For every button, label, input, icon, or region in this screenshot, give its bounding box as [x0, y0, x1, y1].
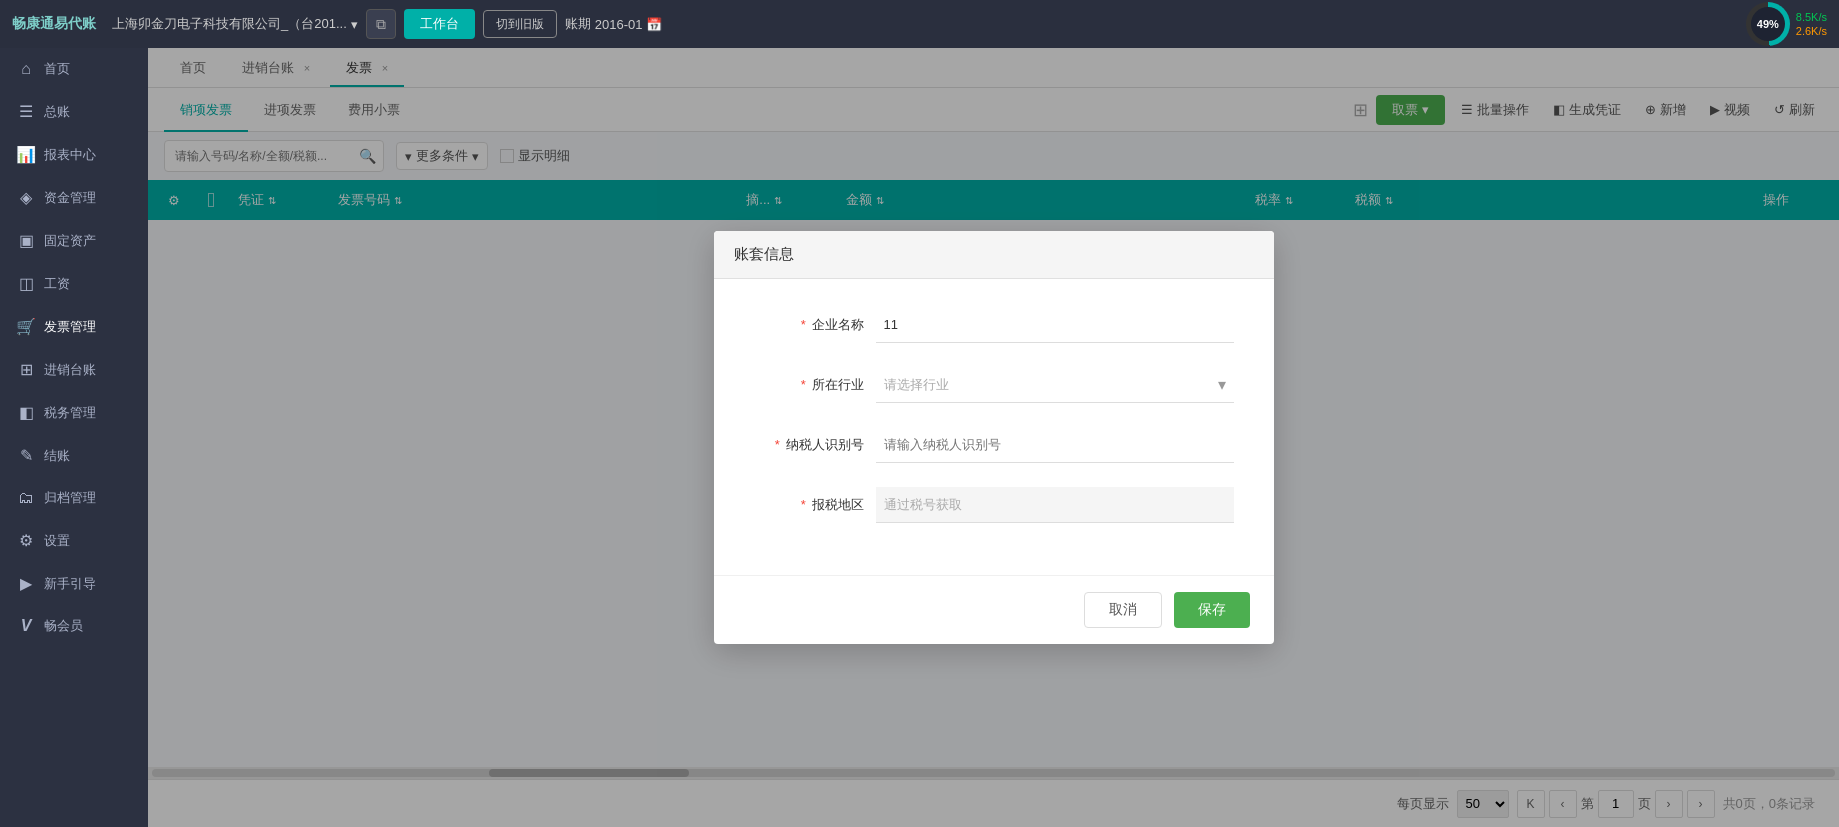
member-icon: V: [16, 617, 36, 635]
sidebar-item-reports[interactable]: 📊 报表中心: [0, 133, 148, 176]
network-status: 49% 8.5K/s 2.6K/s: [1746, 2, 1827, 46]
sidebar-item-label: 税务管理: [44, 404, 96, 422]
industry-label: * 所在行业: [754, 376, 864, 394]
cancel-button[interactable]: 取消: [1084, 592, 1162, 628]
sidebar-item-label: 固定资产: [44, 232, 96, 250]
page-body: 销项发票 进项发票 费用小票 ⊞ 取票 ▾ ☰ 批量: [148, 88, 1839, 827]
company-name: 上海卯金刀电子科技有限公司_（台201...: [112, 15, 347, 33]
guide-icon: ▶: [16, 574, 36, 593]
company-selector[interactable]: 上海卯金刀电子科技有限公司_（台201... ▾: [112, 15, 358, 33]
settings-icon: ⚙: [16, 531, 36, 550]
save-button[interactable]: 保存: [1174, 592, 1250, 628]
industry-placeholder: 请选择行业: [884, 376, 949, 394]
speed-percent: 49%: [1751, 7, 1785, 41]
upload-speed: 8.5K/s: [1796, 11, 1827, 23]
sidebar-item-label: 总账: [44, 103, 70, 121]
sidebar-item-salary[interactable]: ◫ 工资: [0, 262, 148, 305]
chevron-down-icon[interactable]: ▾: [351, 17, 358, 32]
top-bar-right: 49% 8.5K/s 2.6K/s: [1746, 2, 1827, 46]
sidebar-item-label: 设置: [44, 532, 70, 550]
tax-region-label: * 报税地区: [754, 496, 864, 514]
tax-region-row: * 报税地区 通过税号获取: [754, 487, 1234, 523]
sidebar-item-label: 进销台账: [44, 361, 96, 379]
copy-icon[interactable]: ⧉: [366, 9, 396, 39]
table-body: 账套信息 * 企业名称: [148, 220, 1839, 767]
home-icon: ⌂: [16, 60, 36, 78]
main-layout: ⌂ 首页 ☰ 总账 📊 报表中心 ◈ 资金管理 ▣ 固定资产 ◫ 工资 🛒 发票…: [0, 48, 1839, 827]
sidebar-item-purchase[interactable]: ⊞ 进销台账: [0, 348, 148, 391]
chevron-down-icon: ▾: [1218, 375, 1226, 394]
period-value: 2016-01: [595, 17, 643, 32]
sidebar-item-label: 报表中心: [44, 146, 96, 164]
sidebar-item-ledger[interactable]: ☰ 总账: [0, 90, 148, 133]
sidebar-item-invoice[interactable]: 🛒 发票管理: [0, 305, 148, 348]
reports-icon: 📊: [16, 145, 36, 164]
sidebar-item-label: 工资: [44, 275, 70, 293]
sidebar: ⌂ 首页 ☰ 总账 📊 报表中心 ◈ 资金管理 ▣ 固定资产 ◫ 工资 🛒 发票…: [0, 48, 148, 827]
sidebar-item-label: 发票管理: [44, 318, 96, 336]
company-name-input[interactable]: [876, 307, 1234, 343]
sidebar-item-label: 结账: [44, 447, 70, 465]
industry-row: * 所在行业 请选择行业 ▾: [754, 367, 1234, 403]
content-area: 首页 进销台账 × 发票 × 销项发票 进项发票 费用小: [148, 48, 1839, 827]
modal-title: 账套信息: [714, 231, 1274, 279]
top-bar-icons: ⧉: [366, 9, 396, 39]
company-name-label: * 企业名称: [754, 316, 864, 334]
purchase-icon: ⊞: [16, 360, 36, 379]
ledger-icon: ☰: [16, 102, 36, 121]
workbench-button[interactable]: 工作台: [404, 9, 475, 39]
archive-icon: 🗂: [16, 489, 36, 507]
period-label: 账期 2016-01 📅: [565, 15, 663, 33]
checkout-icon: ✎: [16, 446, 36, 465]
sidebar-item-member[interactable]: V 畅会员: [0, 605, 148, 647]
funds-icon: ◈: [16, 188, 36, 207]
tax-icon: ◧: [16, 403, 36, 422]
sidebar-item-funds[interactable]: ◈ 资金管理: [0, 176, 148, 219]
company-name-row: * 企业名称: [754, 307, 1234, 343]
industry-select[interactable]: 请选择行业 ▾: [876, 367, 1234, 403]
sidebar-item-checkout[interactable]: ✎ 结账: [0, 434, 148, 477]
sidebar-item-label: 归档管理: [44, 489, 96, 507]
sidebar-item-guide[interactable]: ▶ 新手引导: [0, 562, 148, 605]
speed-circle: 49%: [1746, 2, 1790, 46]
top-bar: 畅康通易代账 上海卯金刀电子科技有限公司_（台201... ▾ ⧉ 工作台 切到…: [0, 0, 1839, 48]
sidebar-item-label: 资金管理: [44, 189, 96, 207]
modal-overlay: 账套信息 * 企业名称: [148, 220, 1839, 767]
switch-old-button[interactable]: 切到旧版: [483, 10, 557, 38]
sidebar-item-home[interactable]: ⌂ 首页: [0, 48, 148, 90]
modal-footer: 取消 保存: [714, 575, 1274, 644]
salary-icon: ◫: [16, 274, 36, 293]
sidebar-item-label: 新手引导: [44, 575, 96, 593]
sidebar-item-settings[interactable]: ⚙ 设置: [0, 519, 148, 562]
calendar-icon[interactable]: 📅: [646, 17, 662, 32]
download-speed: 2.6K/s: [1796, 25, 1827, 37]
sidebar-item-label: 首页: [44, 60, 70, 78]
account-info-modal: 账套信息 * 企业名称: [714, 231, 1274, 644]
modal-body: * 企业名称 * 所在行业: [714, 279, 1274, 575]
logo: 畅康通易代账: [12, 15, 96, 33]
speed-stats: 8.5K/s 2.6K/s: [1796, 11, 1827, 37]
tax-id-row: * 纳税人识别号: [754, 427, 1234, 463]
sidebar-item-assets[interactable]: ▣ 固定资产: [0, 219, 148, 262]
assets-icon: ▣: [16, 231, 36, 250]
tax-id-input[interactable]: [876, 427, 1234, 463]
tax-id-label: * 纳税人识别号: [754, 436, 864, 454]
tax-region-value: 通过税号获取: [876, 487, 1234, 523]
sidebar-item-label: 畅会员: [44, 617, 83, 635]
sidebar-item-archive[interactable]: 🗂 归档管理: [0, 477, 148, 519]
sidebar-item-tax[interactable]: ◧ 税务管理: [0, 391, 148, 434]
invoice-icon: 🛒: [16, 317, 36, 336]
